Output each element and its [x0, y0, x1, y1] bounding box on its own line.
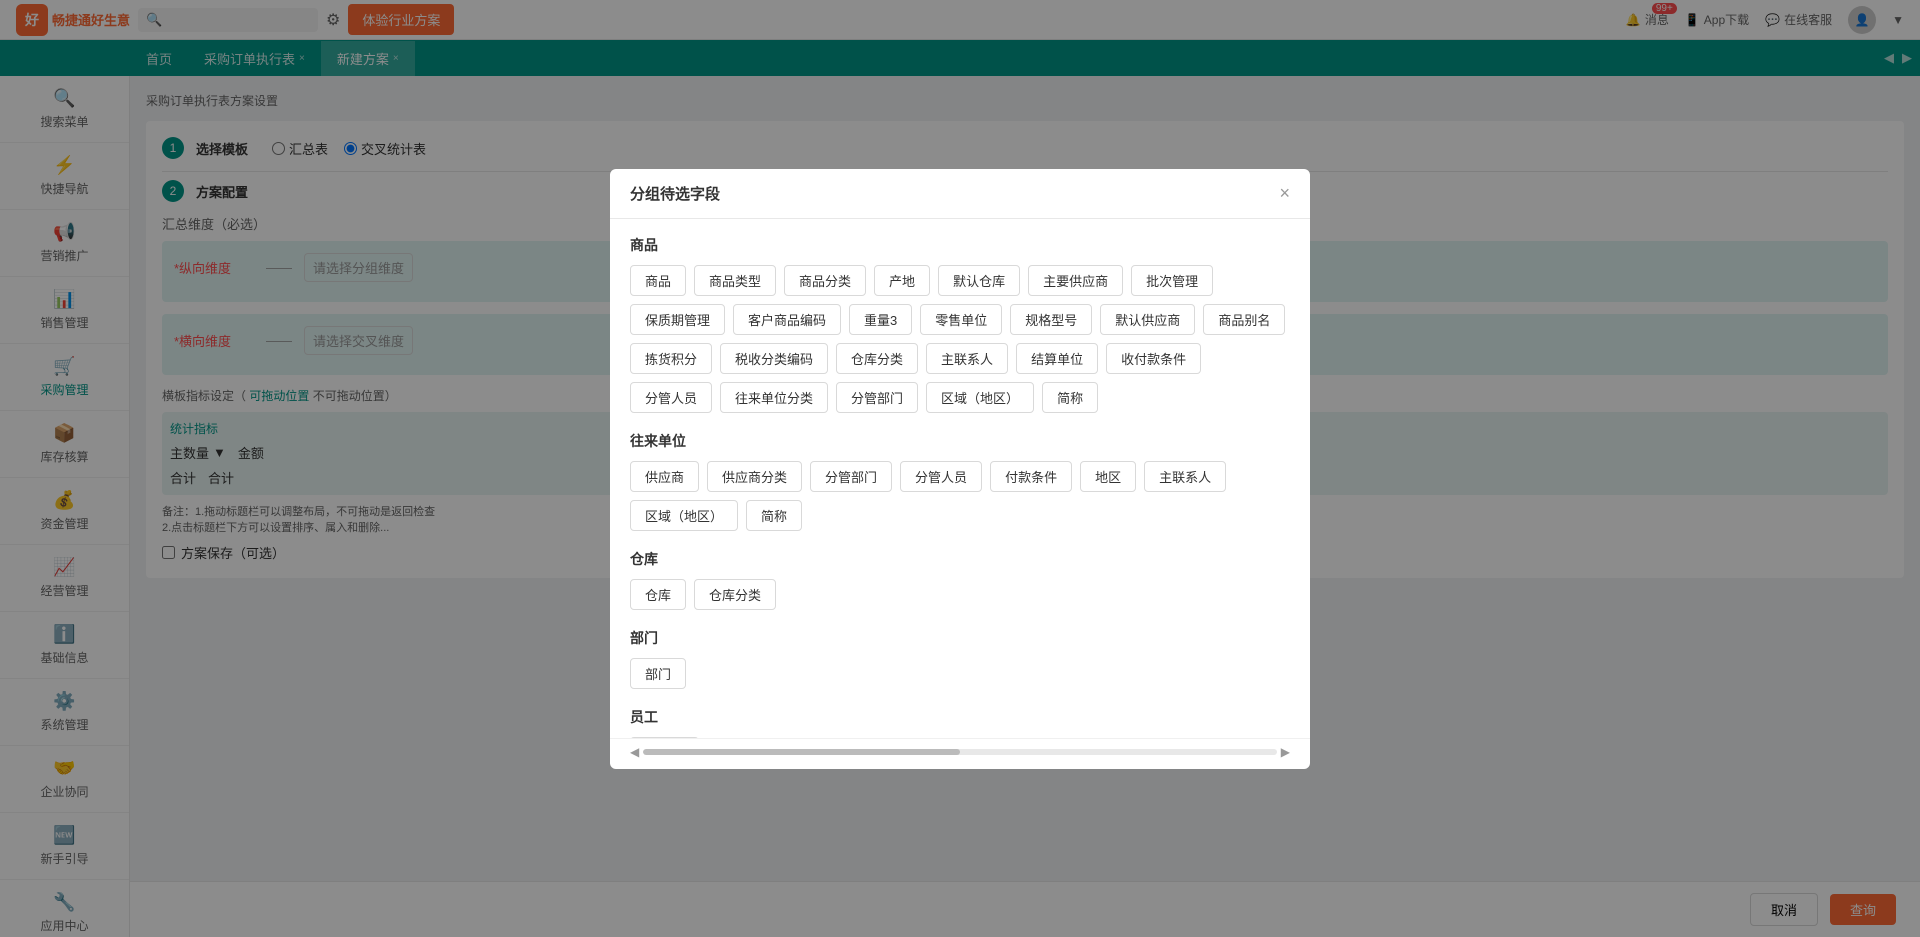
- field-group-dept-title: 部门: [630, 628, 1290, 648]
- field-tag-partner-0[interactable]: 供应商: [630, 461, 699, 492]
- field-group-dept: 部门 部门: [630, 628, 1290, 689]
- field-tag-partner-8[interactable]: 简称: [746, 500, 802, 531]
- field-tag-partner-7[interactable]: 区域（地区）: [630, 500, 738, 531]
- field-tag-product-18[interactable]: 结算单位: [1016, 343, 1098, 374]
- modal-header: 分组待选字段 ×: [610, 169, 1310, 219]
- field-tag-product-4[interactable]: 默认仓库: [938, 265, 1020, 296]
- field-group-product-title: 商品: [630, 235, 1290, 255]
- field-tag-dept-0[interactable]: 部门: [630, 658, 686, 689]
- field-group-partner: 往来单位 供应商 供应商分类 分管部门 分管人员 付款条件 地区 主联系人 区域…: [630, 431, 1290, 531]
- field-tag-product-0[interactable]: 商品: [630, 265, 686, 296]
- field-tag-product-23[interactable]: 区域（地区）: [926, 382, 1034, 413]
- field-tag-product-11[interactable]: 规格型号: [1010, 304, 1092, 335]
- field-tags-product: 商品 商品类型 商品分类 产地 默认仓库 主要供应商 批次管理 保质期管理 客户…: [630, 265, 1290, 413]
- scrollbar-thumb: [643, 749, 960, 755]
- field-group-employee-title: 员工: [630, 707, 1290, 727]
- field-tag-partner-4[interactable]: 付款条件: [990, 461, 1072, 492]
- field-tag-product-24[interactable]: 简称: [1042, 382, 1098, 413]
- field-tag-product-19[interactable]: 收付款条件: [1106, 343, 1201, 374]
- field-group-warehouse: 仓库 仓库 仓库分类: [630, 549, 1290, 610]
- field-tag-product-6[interactable]: 批次管理: [1131, 265, 1213, 296]
- scroll-right-arrow[interactable]: ▶: [1281, 745, 1290, 759]
- field-tags-dept: 部门: [630, 658, 1290, 689]
- scrollbar-track[interactable]: [643, 749, 1277, 755]
- field-tag-product-13[interactable]: 商品别名: [1203, 304, 1285, 335]
- modal-overlay[interactable]: 分组待选字段 × 商品 商品 商品类型 商品分类 产地 默认仓库 主要供应商 批…: [0, 0, 1920, 937]
- field-tag-partner-1[interactable]: 供应商分类: [707, 461, 802, 492]
- field-select-modal: 分组待选字段 × 商品 商品 商品类型 商品分类 产地 默认仓库 主要供应商 批…: [610, 169, 1310, 769]
- field-tag-partner-6[interactable]: 主联系人: [1144, 461, 1226, 492]
- field-tags-partner: 供应商 供应商分类 分管部门 分管人员 付款条件 地区 主联系人 区域（地区） …: [630, 461, 1290, 531]
- field-tag-product-1[interactable]: 商品类型: [694, 265, 776, 296]
- field-tag-product-10[interactable]: 零售单位: [920, 304, 1002, 335]
- field-tag-product-7[interactable]: 保质期管理: [630, 304, 725, 335]
- modal-body: 商品 商品 商品类型 商品分类 产地 默认仓库 主要供应商 批次管理 保质期管理…: [610, 219, 1310, 738]
- field-tag-product-21[interactable]: 往来单位分类: [720, 382, 828, 413]
- field-group-warehouse-title: 仓库: [630, 549, 1290, 569]
- field-tag-partner-5[interactable]: 地区: [1080, 461, 1136, 492]
- field-group-partner-title: 往来单位: [630, 431, 1290, 451]
- field-tag-product-14[interactable]: 拣货积分: [630, 343, 712, 374]
- field-tag-product-12[interactable]: 默认供应商: [1100, 304, 1195, 335]
- modal-scrollbar-row: ◀ ▶: [610, 738, 1310, 769]
- field-tag-product-3[interactable]: 产地: [874, 265, 930, 296]
- field-tag-partner-2[interactable]: 分管部门: [810, 461, 892, 492]
- field-tag-product-16[interactable]: 仓库分类: [836, 343, 918, 374]
- field-tag-product-15[interactable]: 税收分类编码: [720, 343, 828, 374]
- field-tag-product-9[interactable]: 重量3: [849, 304, 912, 335]
- field-group-employee: 员工 业务员: [630, 707, 1290, 738]
- field-tag-product-20[interactable]: 分管人员: [630, 382, 712, 413]
- modal-title: 分组待选字段: [630, 183, 720, 204]
- modal-close-button[interactable]: ×: [1279, 184, 1290, 202]
- field-tag-product-5[interactable]: 主要供应商: [1028, 265, 1123, 296]
- scroll-left-arrow[interactable]: ◀: [630, 745, 639, 759]
- field-tag-product-2[interactable]: 商品分类: [784, 265, 866, 296]
- field-tag-warehouse-0[interactable]: 仓库: [630, 579, 686, 610]
- field-tag-partner-3[interactable]: 分管人员: [900, 461, 982, 492]
- field-tag-product-17[interactable]: 主联系人: [926, 343, 1008, 374]
- field-tag-product-22[interactable]: 分管部门: [836, 382, 918, 413]
- field-group-product: 商品 商品 商品类型 商品分类 产地 默认仓库 主要供应商 批次管理 保质期管理…: [630, 235, 1290, 413]
- field-tag-warehouse-1[interactable]: 仓库分类: [694, 579, 776, 610]
- field-tag-product-8[interactable]: 客户商品编码: [733, 304, 841, 335]
- field-tags-warehouse: 仓库 仓库分类: [630, 579, 1290, 610]
